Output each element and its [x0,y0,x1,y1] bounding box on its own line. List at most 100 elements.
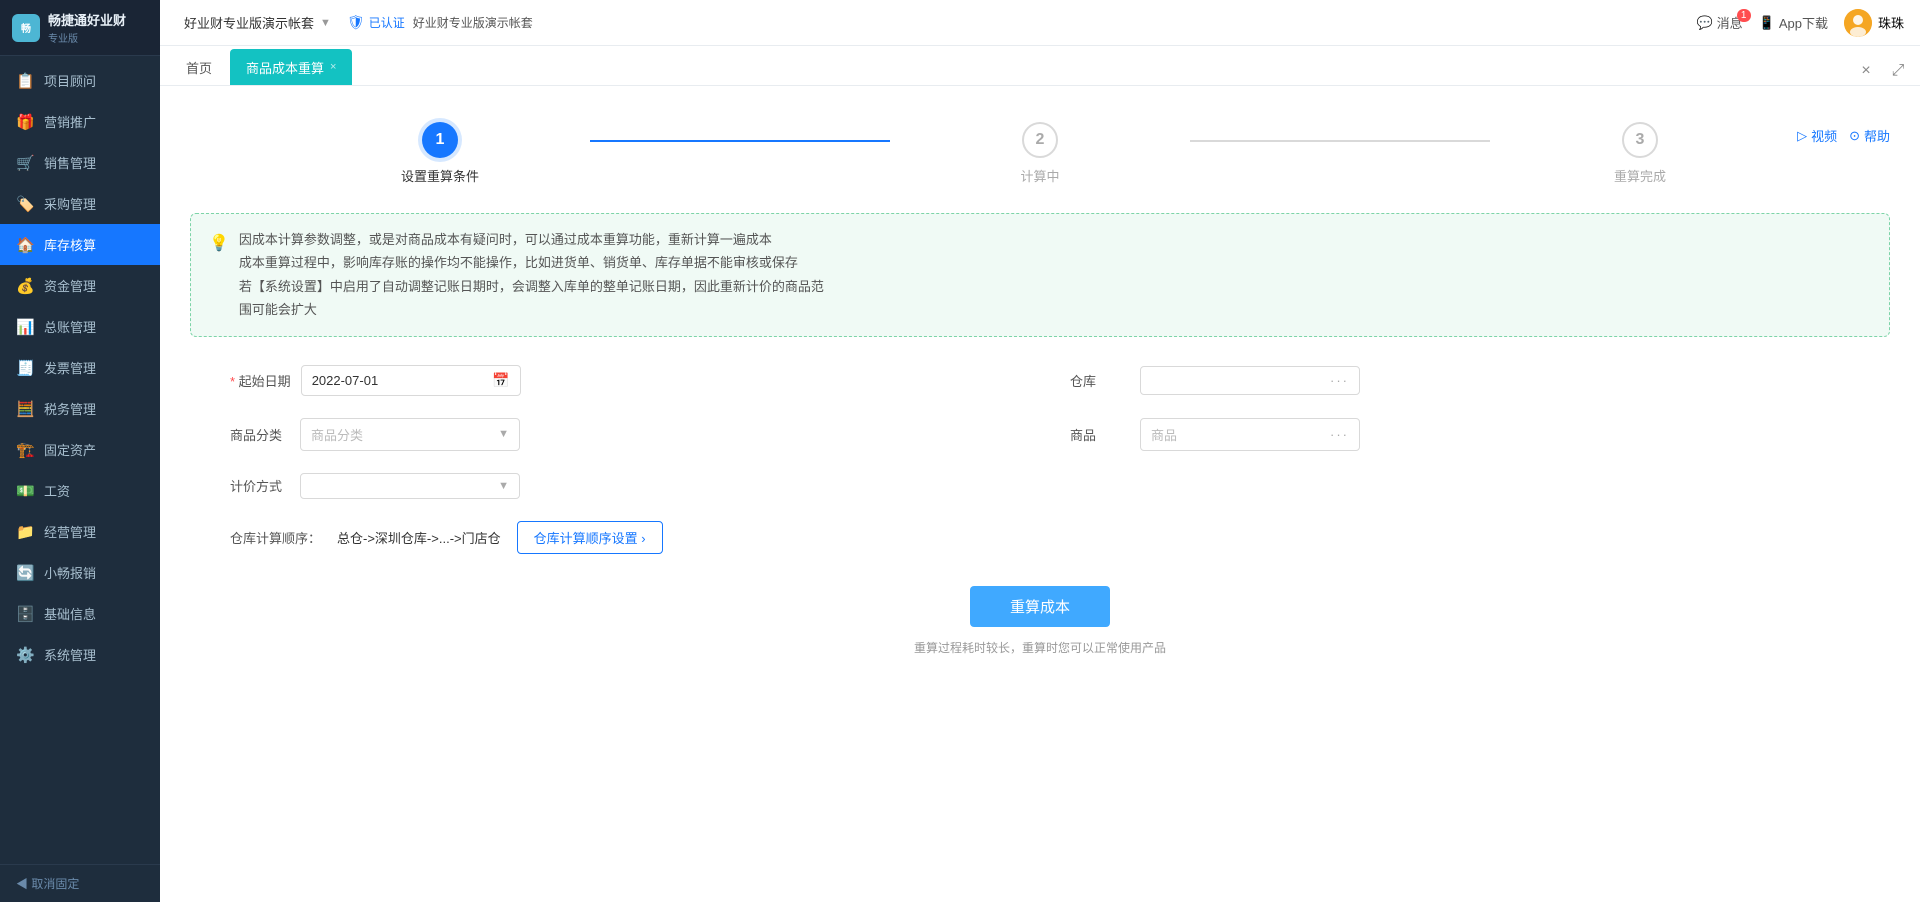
sidebar-item-label: 营销推广 [44,112,96,131]
warehouse-order-btn-label: 仓库计算顺序设置 › [534,528,646,547]
sidebar-item-yingxiao[interactable]: 🎁 营销推广 [0,101,160,142]
avatar [1844,9,1872,37]
calendar-icon[interactable]: 📅 [492,372,509,389]
warehouse-input[interactable]: ··· [1140,366,1360,395]
category-chevron-icon: ▼ [498,428,509,440]
video-help-button[interactable]: ▷ 视频 [1797,126,1837,145]
tab-home-label: 首页 [186,58,212,77]
verified-account-name: 好业财专业版演示帐套 [413,14,533,31]
category-placeholder: 商品分类 [311,425,363,444]
sidebar-item-fapiao[interactable]: 🧾 发票管理 [0,347,160,388]
user-menu[interactable]: 珠珠 [1844,9,1904,37]
step-2: 2 计算中 [890,122,1190,185]
question-icon: ⊙ [1849,128,1860,144]
sidebar: 畅 畅捷通好业财 专业版 📋 项目顾问 🎁 营销推广 🛒 销售管理 🏷️ 采购管… [0,0,160,902]
sidebar-item-gudingzichan[interactable]: 🏗️ 固定资产 [0,429,160,470]
pricing-field: 计价方式 ▼ [230,473,1010,499]
product-placeholder: 商品 [1151,425,1330,444]
sidebar-item-label: 经营管理 [44,522,96,541]
info-content: 因成本计算参数调整，或是对商品成本有疑问时，可以通过成本重算功能，重新计算一遍成… [239,228,824,322]
sidebar-item-xiaoshou[interactable]: 🛒 销售管理 [0,142,160,183]
topbar-right: 💬 消息 1 📱 App下载 珠珠 [1696,9,1904,37]
message-icon: 💬 [1696,15,1712,31]
product-more-icon[interactable]: ··· [1330,427,1349,442]
sidebar-item-xitong[interactable]: ⚙️ 系统管理 [0,634,160,675]
sidebar-item-gongzi[interactable]: 💵 工资 [0,470,160,511]
category-field: 商品分类 商品分类 ▼ [230,418,1010,451]
sidebar-item-xiangmu[interactable]: 📋 项目顾问 [0,60,160,101]
warehouse-order-settings-btn[interactable]: 仓库计算顺序设置 › [517,521,663,554]
sidebar-header: 畅 畅捷通好业财 专业版 [0,0,160,56]
account-selector[interactable]: 好业财专业版演示帐套 ▼ [176,9,339,36]
tab-home[interactable]: 首页 [170,49,228,85]
sidebar-item-xiaochang[interactable]: 🔄 小畅报销 [0,552,160,593]
step-line-1-2 [590,140,890,142]
play-icon: ▷ [1797,128,1807,144]
jichuxinxi-icon: 🗄️ [16,605,34,623]
expand-tab-btn[interactable]: ⤢ [1884,57,1912,85]
warehouse-more-icon[interactable]: ··· [1330,373,1349,388]
notification-button[interactable]: 💬 消息 1 [1696,13,1742,32]
product-label: 商品 [1070,425,1130,444]
start-date-value: 2022-07-01 [312,373,379,388]
app-download-label: App下载 [1779,13,1828,32]
warehouse-order-label: 仓库计算顺序： [230,528,321,547]
step-3-circle: 3 [1622,122,1658,158]
xiaoshou-icon: 🛒 [16,154,34,172]
sidebar-item-zhangwu[interactable]: 📊 总账管理 [0,306,160,347]
recalculate-label: 重算成本 [1010,599,1070,616]
sidebar-item-jingying[interactable]: 📁 经营管理 [0,511,160,552]
page-content: 1 设置重算条件 2 计算中 3 重算完成 ▷ 视频 ⊙ 帮助 [160,86,1920,902]
yingxiao-icon: 🎁 [16,113,34,131]
xiangmu-icon: 📋 [16,72,34,90]
start-date-input[interactable]: 2022-07-01 📅 [301,365,521,396]
sidebar-nav: 📋 项目顾问 🎁 营销推广 🛒 销售管理 🏷️ 采购管理 🏠 库存核算 💰 资金… [0,56,160,864]
form-row-3: 计价方式 ▼ [230,473,1850,499]
sidebar-item-kucun[interactable]: 🏠 库存核算 [0,224,160,265]
help-label: 帮助 [1864,126,1890,145]
sidebar-unpin[interactable]: ◀ 取消固定 [0,864,160,902]
category-select[interactable]: 商品分类 ▼ [300,418,520,451]
sidebar-item-label: 系统管理 [44,645,96,664]
sidebar-item-label: 项目顾问 [44,71,96,90]
sidebar-item-label: 小畅报销 [44,563,96,582]
jingying-icon: 📁 [16,523,34,541]
sidebar-item-caigou[interactable]: 🏷️ 采购管理 [0,183,160,224]
info-icon: 💡 [209,230,229,259]
app-download-button[interactable]: 📱 App下载 [1759,13,1828,32]
close-tab-btn[interactable]: × [1852,57,1880,85]
start-date-label: 起始日期 [230,371,291,390]
zhangwu-icon: 📊 [16,318,34,336]
product-input[interactable]: 商品 ··· [1140,418,1360,451]
step-3: 3 重算完成 [1490,122,1790,185]
gongzi-icon: 💵 [16,482,34,500]
app-edition: 专业版 [48,30,126,45]
recalculate-button[interactable]: 重算成本 [970,586,1110,627]
tab-cost-recalc[interactable]: 商品成本重算 × [230,49,352,85]
video-label: 视频 [1811,126,1837,145]
help-button[interactable]: ⊙ 帮助 [1849,126,1890,145]
step-2-label: 计算中 [1020,166,1059,185]
sidebar-item-zijin[interactable]: 💰 资金管理 [0,265,160,306]
app-name: 畅捷通好业财 [48,10,126,29]
form-section: 起始日期 2022-07-01 📅 仓库 ··· 商品分 [190,365,1890,656]
sidebar-item-label: 销售管理 [44,153,96,172]
form-row-1: 起始日期 2022-07-01 📅 仓库 ··· [230,365,1850,396]
sidebar-item-label: 基础信息 [44,604,96,623]
app-title: 畅捷通好业财 专业版 [48,10,126,45]
tab-close-icon[interactable]: × [330,61,336,73]
info-line-2: 成本重算过程中，影响库存账的操作均不能操作，比如进货单、销货单、库存单据不能审核… [239,251,824,274]
sidebar-item-shuiwu[interactable]: 🧮 税务管理 [0,388,160,429]
step-line-2-3 [1190,140,1490,142]
start-date-field: 起始日期 2022-07-01 📅 [230,365,1010,396]
sidebar-item-label: 发票管理 [44,358,96,377]
zijin-icon: 💰 [16,277,34,295]
product-field: 商品 商品 ··· [1070,418,1850,451]
warehouse-field: 仓库 ··· [1070,366,1850,395]
xiaochang-icon: 🔄 [16,564,34,582]
phone-icon: 📱 [1759,15,1775,31]
pricing-select[interactable]: ▼ [300,473,520,499]
notification-badge: 1 [1737,9,1751,22]
sidebar-item-jichuxinxi[interactable]: 🗄️ 基础信息 [0,593,160,634]
warehouse-order-value: 总仓->深圳仓库->...->门店仓 [337,528,501,547]
